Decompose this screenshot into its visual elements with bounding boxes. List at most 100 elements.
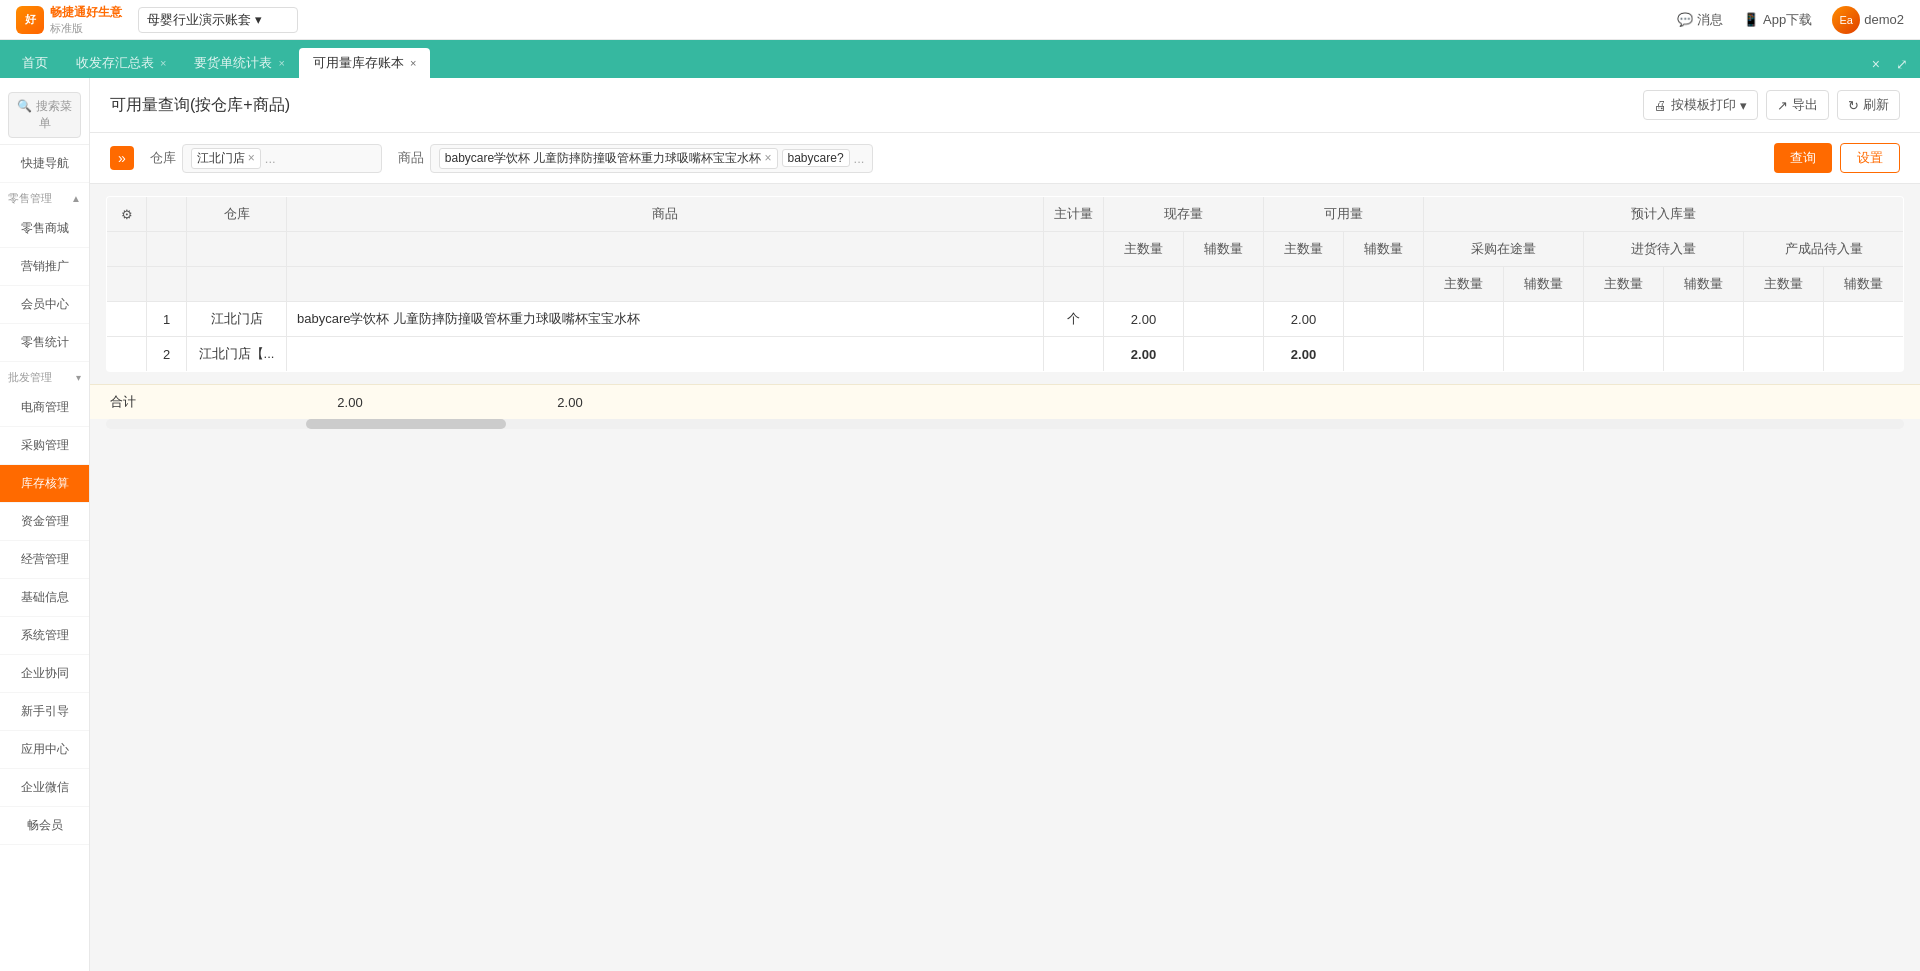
- sidebar-item-inventory[interactable]: 库存核算: [0, 465, 89, 503]
- product-tag-2[interactable]: babycare?: [782, 149, 850, 167]
- sidebar-item-retail-mall[interactable]: 零售商城: [0, 210, 89, 248]
- tag-remove-icon[interactable]: ×: [248, 151, 255, 165]
- app-label: App下载: [1763, 11, 1812, 29]
- page-header: 可用量查询(按仓库+商品) 🖨 按模板打印 ▾ ↗ 导出 ↻ 刷新: [90, 78, 1920, 133]
- product-label: 商品: [398, 149, 424, 167]
- export-icon: ↗: [1777, 98, 1788, 113]
- close-all-btn[interactable]: ×: [1868, 54, 1884, 74]
- th-avail-main: 主数量: [1264, 232, 1344, 267]
- footer-avail-main: 2.00: [490, 395, 650, 410]
- account-dropdown[interactable]: 母婴行业演示账套 ▾: [138, 7, 298, 33]
- home-label: 首页: [22, 54, 48, 72]
- print-btn[interactable]: 🖨 按模板打印 ▾: [1643, 90, 1758, 120]
- sidebar-item-finance[interactable]: 资金管理: [0, 503, 89, 541]
- th-gear[interactable]: ⚙: [107, 197, 147, 232]
- cell-no: 2: [147, 337, 187, 372]
- sidebar-item-marketing[interactable]: 营销推广: [0, 248, 89, 286]
- export-btn[interactable]: ↗ 导出: [1766, 90, 1829, 120]
- cell-inbound-main: [1584, 337, 1664, 372]
- scrollbar-thumb[interactable]: [306, 419, 506, 429]
- message-btn[interactable]: 💬 消息: [1677, 11, 1723, 29]
- th-warehouse: 仓库: [187, 197, 287, 232]
- sidebar-item-enterprise[interactable]: 企业协同: [0, 655, 89, 693]
- sidebar-group-retail: 零售管理 ▲: [0, 183, 89, 210]
- filter-actions: 查询 设置: [1774, 143, 1900, 173]
- footer-values: 2.00 2.00: [210, 395, 1900, 410]
- tab-home[interactable]: 首页: [8, 48, 62, 78]
- tab-label: 收发存汇总表: [76, 54, 154, 72]
- cell-avail-aux: [1344, 302, 1424, 337]
- th-inbound-main: 主数量: [1584, 267, 1664, 302]
- filter-more-icon[interactable]: ...: [265, 151, 276, 166]
- th-inbound-aux: 辅数量: [1664, 267, 1744, 302]
- tab-label: 可用量库存账本: [313, 54, 404, 72]
- sidebar-item-system[interactable]: 系统管理: [0, 617, 89, 655]
- sidebar-item-app-center[interactable]: 应用中心: [0, 731, 89, 769]
- sidebar-item-ecommerce[interactable]: 电商管理: [0, 389, 89, 427]
- sidebar-item-newbie[interactable]: 新手引导: [0, 693, 89, 731]
- cell-inbound-aux: [1664, 337, 1744, 372]
- logo: 好 畅捷通好生意 标准版: [16, 4, 122, 36]
- table-row: 2 江北门店【... 2.00 2.00: [107, 337, 1904, 372]
- refresh-icon: ↻: [1848, 98, 1859, 113]
- th-purchase-main: 主数量: [1424, 267, 1504, 302]
- cell-product: [287, 337, 1044, 372]
- sidebar-item-operations[interactable]: 经营管理: [0, 541, 89, 579]
- search-menu-btn[interactable]: 🔍 搜索菜单: [8, 92, 81, 138]
- sidebar-item-member[interactable]: 畅会员: [0, 807, 89, 845]
- avatar: Ea: [1832, 6, 1860, 34]
- tab-receive-summary[interactable]: 收发存汇总表 ×: [62, 48, 180, 78]
- cell-unit: [1044, 337, 1104, 372]
- cell-purchase-aux: [1504, 337, 1584, 372]
- cell-inbound-aux: [1664, 302, 1744, 337]
- message-icon: 💬: [1677, 12, 1693, 27]
- tag-remove-icon[interactable]: ×: [765, 151, 772, 165]
- cell-product-main: [1744, 337, 1824, 372]
- quick-nav-label: 快捷导航: [21, 155, 69, 172]
- th-product-pending: 产成品待入量: [1744, 232, 1904, 267]
- th-product-aux: 辅数量: [1824, 267, 1904, 302]
- th-product: 商品: [287, 197, 1044, 232]
- tab-close-icon[interactable]: ×: [160, 57, 166, 69]
- logo-sub: 标准版: [50, 21, 122, 36]
- th-purchase-aux: 辅数量: [1504, 267, 1584, 302]
- tab-close-icon[interactable]: ×: [278, 57, 284, 69]
- fullscreen-btn[interactable]: ⤢: [1892, 54, 1912, 74]
- tab-available-stock[interactable]: 可用量库存账本 ×: [299, 48, 430, 78]
- cell-stock-main: 2.00: [1104, 337, 1184, 372]
- app-download-btn[interactable]: 📱 App下载: [1743, 11, 1812, 29]
- sidebar-search: 🔍 搜索菜单: [0, 86, 89, 145]
- refresh-btn[interactable]: ↻ 刷新: [1837, 90, 1900, 120]
- th-available: 可用量: [1264, 197, 1424, 232]
- filter-toggle-btn[interactable]: »: [110, 146, 134, 170]
- cell-gear: [107, 337, 147, 372]
- cell-purchase-main: [1424, 302, 1504, 337]
- warehouse-tag[interactable]: 江北门店 ×: [191, 148, 261, 169]
- nav-tabs: 首页 收发存汇总表 × 要货单统计表 × 可用量库存账本 × × ⤢: [0, 40, 1920, 78]
- horizontal-scrollbar[interactable]: [106, 419, 1904, 429]
- sidebar-item-retail-stats[interactable]: 零售统计: [0, 324, 89, 362]
- th-avail-aux: 辅数量: [1344, 232, 1424, 267]
- chevron-down-icon: ▾: [1740, 98, 1747, 113]
- sidebar-item-wechat[interactable]: 企业微信: [0, 769, 89, 807]
- topbar-right: 💬 消息 📱 App下载 Ea demo2: [1677, 6, 1904, 34]
- product-tag-1[interactable]: babycare学饮杯 儿童防摔防撞吸管杯重力球吸嘴杯宝宝水杯 ×: [439, 148, 778, 169]
- sidebar-item-purchase[interactable]: 采购管理: [0, 427, 89, 465]
- inventory-table: ⚙ 仓库 商品 主计量 现存量 可用量 预计入库量: [106, 196, 1904, 372]
- sidebar-item-member-center[interactable]: 会员中心: [0, 286, 89, 324]
- cell-product-main: [1744, 302, 1824, 337]
- page-title: 可用量查询(按仓库+商品): [110, 95, 290, 116]
- setting-btn[interactable]: 设置: [1840, 143, 1900, 173]
- cell-stock-aux: [1184, 302, 1264, 337]
- tab-order-stats[interactable]: 要货单统计表 ×: [180, 48, 298, 78]
- message-label: 消息: [1697, 11, 1723, 29]
- tab-close-icon[interactable]: ×: [410, 57, 416, 69]
- query-btn[interactable]: 查询: [1774, 143, 1832, 173]
- user-menu[interactable]: Ea demo2: [1832, 6, 1904, 34]
- sidebar: 🔍 搜索菜单 快捷导航 零售管理 ▲ 零售商城 营销推广 会员中心 零售统计 批…: [0, 78, 90, 971]
- sidebar-item-basics[interactable]: 基础信息: [0, 579, 89, 617]
- th-no: [147, 197, 187, 232]
- table-row: 1 江北门店 babycare学饮杯 儿童防摔防撞吸管杯重力球吸嘴杯宝宝水杯 个…: [107, 302, 1904, 337]
- sidebar-item-quick-nav[interactable]: 快捷导航: [0, 145, 89, 183]
- filter-more-icon[interactable]: ...: [854, 151, 865, 166]
